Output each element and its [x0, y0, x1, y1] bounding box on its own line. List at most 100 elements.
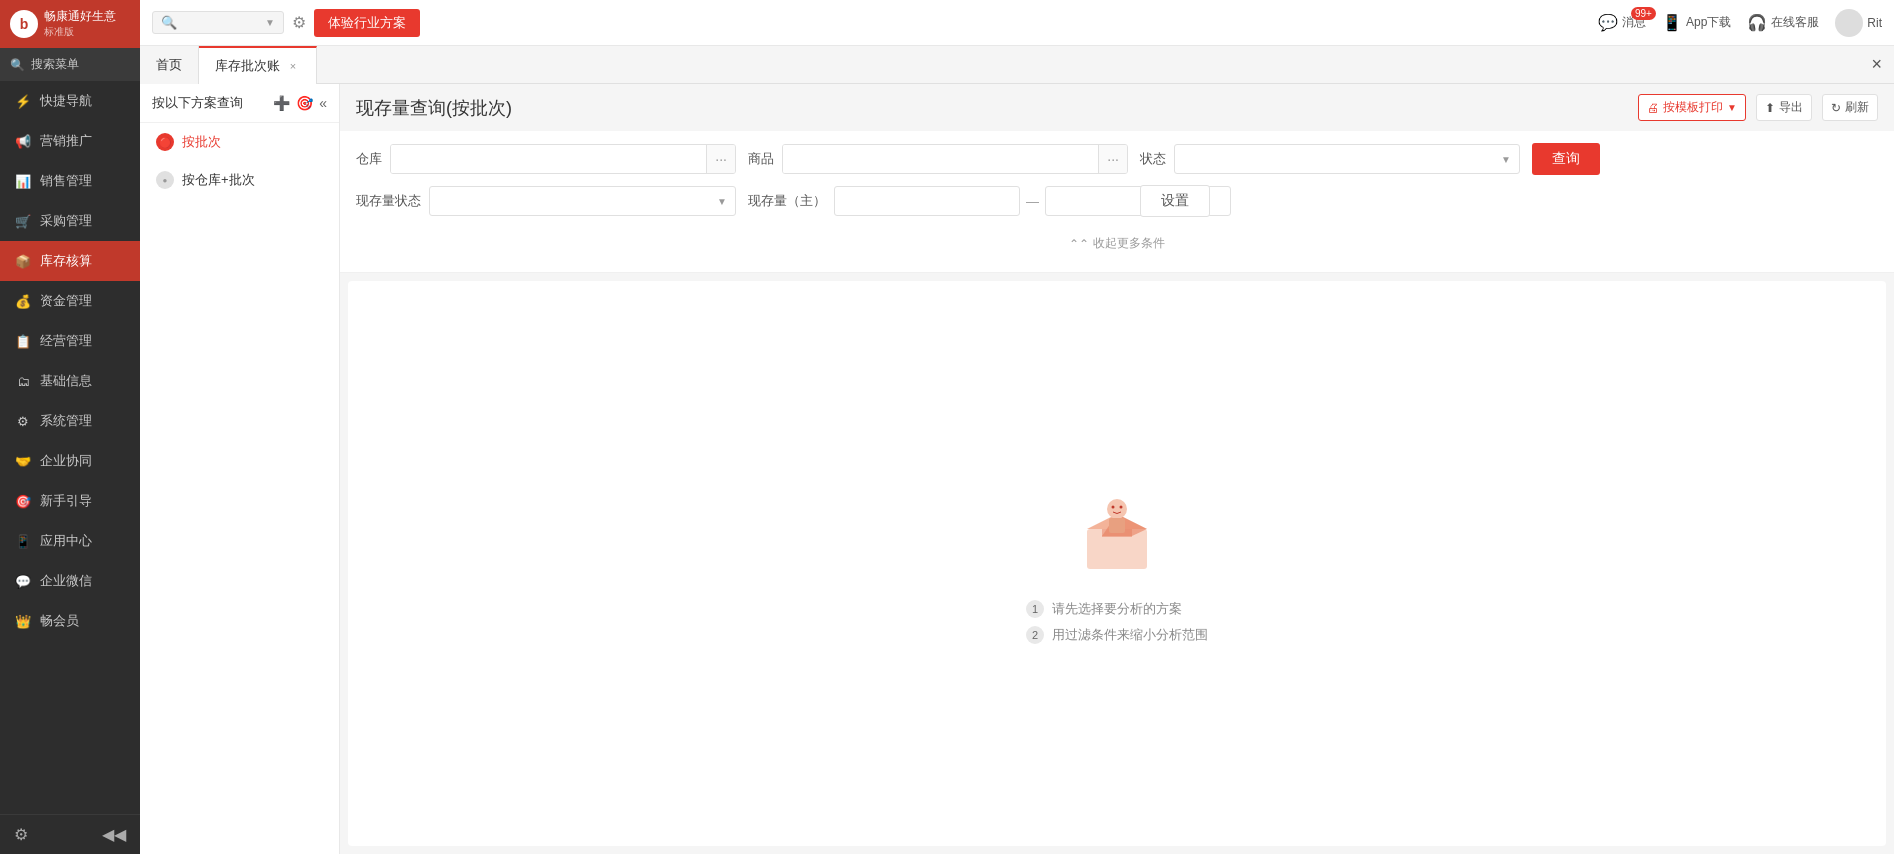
sidebar-item-label: 资金管理: [40, 292, 92, 310]
topbar-search-icon: 🔍: [161, 15, 177, 30]
print-arrow[interactable]: ▼: [1727, 102, 1737, 113]
sidebar-item-basic[interactable]: 🗂 基础信息: [0, 361, 140, 401]
list-item-by-batch[interactable]: 🔴 按批次: [140, 123, 339, 161]
sidebar-search[interactable]: 🔍 搜索菜单: [0, 48, 140, 81]
settings-button[interactable]: 设置: [1140, 185, 1210, 217]
sidebar-item-label: 营销推广: [40, 132, 92, 150]
export-icon: ⬆: [1765, 101, 1775, 115]
product-input-wrapper[interactable]: ···: [782, 144, 1128, 174]
topbar-settings-icon[interactable]: ⚙: [292, 13, 306, 32]
message-icon: 💬: [1598, 13, 1618, 32]
panel-collapse-icon[interactable]: «: [319, 95, 327, 111]
tip-num-2: 2: [1026, 626, 1044, 644]
sidebar-item-newbie[interactable]: 🎯 新手引导: [0, 481, 140, 521]
sidebar-item-member[interactable]: 👑 畅会员: [0, 601, 140, 641]
sidebar-item-label: 经营管理: [40, 332, 92, 350]
refresh-btn[interactable]: ↻ 刷新: [1822, 94, 1878, 121]
global-close-icon[interactable]: ×: [1859, 54, 1894, 75]
tabbar: 首页 库存批次账 × ×: [140, 46, 1894, 84]
filter-row-1: 仓库 ··· 商品 ··· 状态: [356, 143, 1878, 175]
sidebar-item-label: 应用中心: [40, 532, 92, 550]
sidebar-item-finance[interactable]: 💰 资金管理: [0, 281, 140, 321]
page-header: 现存量查询(按批次) 🖨 按模板打印 ▼ ⬆ 导出 ↻ 刷新: [340, 84, 1894, 131]
sidebar-item-label: 系统管理: [40, 412, 92, 430]
product-input[interactable]: [783, 145, 1098, 173]
tip-num-1: 1: [1026, 600, 1044, 618]
sidebar-item-label: 畅会员: [40, 612, 79, 630]
sidebar-footer: ⚙ ◀◀: [0, 814, 140, 854]
phone-icon: 📱: [1662, 13, 1682, 32]
sidebar-item-label: 基础信息: [40, 372, 92, 390]
print-btn[interactable]: 🖨 按模板打印 ▼: [1638, 94, 1746, 121]
sidebar-item-app-center[interactable]: 📱 应用中心: [0, 521, 140, 561]
sidebar-item-wechat[interactable]: 💬 企业微信: [0, 561, 140, 601]
app-download-item[interactable]: 📱 App下载: [1662, 13, 1731, 32]
page-actions: 🖨 按模板打印 ▼ ⬆ 导出 ↻ 刷新: [1638, 94, 1878, 121]
wechat-icon: 💬: [14, 572, 32, 590]
export-btn[interactable]: ⬆ 导出: [1756, 94, 1812, 121]
panel-header: 按以下方案查询 ➕ 🎯 «: [140, 84, 339, 123]
sidebar-header: b 畅康通好生意 标准版: [0, 0, 140, 48]
status-label: 状态: [1140, 150, 1166, 168]
panel-add-icon[interactable]: ➕: [273, 95, 290, 111]
tab-close-icon[interactable]: ×: [286, 59, 300, 73]
sidebar-item-marketing[interactable]: 📢 营销推广: [0, 121, 140, 161]
refresh-label: 刷新: [1845, 99, 1869, 116]
empty-tips: 1 请先选择要分析的方案 2 用过滤条件来缩小分析范围: [1026, 600, 1208, 644]
qty-range-sep: —: [1026, 194, 1039, 209]
user-item[interactable]: Rit: [1835, 9, 1882, 37]
sidebar-item-quick-nav[interactable]: ⚡ 快捷导航: [0, 81, 140, 121]
sidebar-item-system[interactable]: ⚙ 系统管理: [0, 401, 140, 441]
sidebar-item-operations[interactable]: 📋 经营管理: [0, 321, 140, 361]
inventory-status-arrow: ▼: [717, 196, 727, 207]
warehouse-input-wrapper[interactable]: ···: [390, 144, 736, 174]
empty-tip-1: 1 请先选择要分析的方案: [1026, 600, 1208, 618]
query-button[interactable]: 查询: [1532, 143, 1600, 175]
qty-min-input[interactable]: [834, 186, 1020, 216]
warehouse-dots-icon[interactable]: ···: [706, 145, 735, 173]
filter-warehouse: 仓库 ···: [356, 144, 736, 174]
topbar-search-input[interactable]: [181, 16, 261, 30]
tab-home-label: 首页: [156, 56, 182, 74]
sidebar-item-purchase[interactable]: 🛒 采购管理: [0, 201, 140, 241]
filter-area: 仓库 ··· 商品 ··· 状态: [340, 131, 1894, 273]
sidebar-item-inventory[interactable]: 📦 库存核算: [0, 241, 140, 281]
quick-nav-icon: ⚡: [14, 92, 32, 110]
experience-btn[interactable]: 体验行业方案: [314, 9, 420, 37]
warehouse-input[interactable]: [391, 145, 706, 173]
settings-footer-icon[interactable]: ⚙: [14, 825, 28, 844]
sidebar-item-label: 销售管理: [40, 172, 92, 190]
sidebar-item-label: 快捷导航: [40, 92, 92, 110]
refresh-icon: ↻: [1831, 101, 1841, 115]
sidebar-item-sales[interactable]: 📊 销售管理: [0, 161, 140, 201]
app-download-label: App下载: [1686, 14, 1731, 31]
sidebar-nav: ⚡ 快捷导航 📢 营销推广 📊 销售管理 🛒 采购管理 📦 库存核算 💰 资金管…: [0, 81, 140, 814]
svg-point-6: [1112, 505, 1115, 508]
inventory-status-select[interactable]: ▼: [429, 186, 736, 216]
sidebar: b 畅康通好生意 标准版 🔍 搜索菜单 ⚡ 快捷导航 📢 营销推广 📊 销售管理…: [0, 0, 140, 854]
tab-inventory-batch[interactable]: 库存批次账 ×: [199, 46, 317, 84]
tip-text-2: 用过滤条件来缩小分析范围: [1052, 626, 1208, 644]
topbar-search-box[interactable]: 🔍 ▼: [152, 11, 284, 34]
panel-header-actions: ➕ 🎯 «: [273, 95, 327, 111]
tab-home[interactable]: 首页: [140, 46, 199, 84]
online-service-item[interactable]: 🎧 在线客服: [1747, 13, 1819, 32]
page-title: 现存量查询(按批次): [356, 96, 512, 120]
list-item-by-warehouse-batch[interactable]: ● 按仓库+批次: [140, 161, 339, 199]
user-avatar: [1835, 9, 1863, 37]
messages-item[interactable]: 💬 消息 99+: [1598, 13, 1646, 32]
enterprise-icon: 🤝: [14, 452, 32, 470]
collapse-more-btn[interactable]: ⌃⌃ 收起更多条件: [356, 227, 1878, 260]
inventory-status-label: 现存量状态: [356, 192, 421, 210]
content-area: 按以下方案查询 ➕ 🎯 « 🔴 按批次 ●: [140, 84, 1894, 854]
empty-svg: [1067, 484, 1167, 584]
panel-settings-icon[interactable]: 🎯: [296, 95, 313, 111]
filter-row-2: 现存量状态 ▼ 现存量（主） —: [356, 185, 1878, 217]
topbar-search-arrow[interactable]: ▼: [265, 17, 275, 28]
collapse-sidebar-icon[interactable]: ◀◀: [102, 825, 126, 844]
sidebar-item-enterprise[interactable]: 🤝 企业协同: [0, 441, 140, 481]
product-dots-icon[interactable]: ···: [1098, 145, 1127, 173]
svg-point-4: [1107, 499, 1127, 519]
status-select[interactable]: ▼: [1174, 144, 1520, 174]
app-name: 畅康通好生意: [44, 9, 116, 25]
